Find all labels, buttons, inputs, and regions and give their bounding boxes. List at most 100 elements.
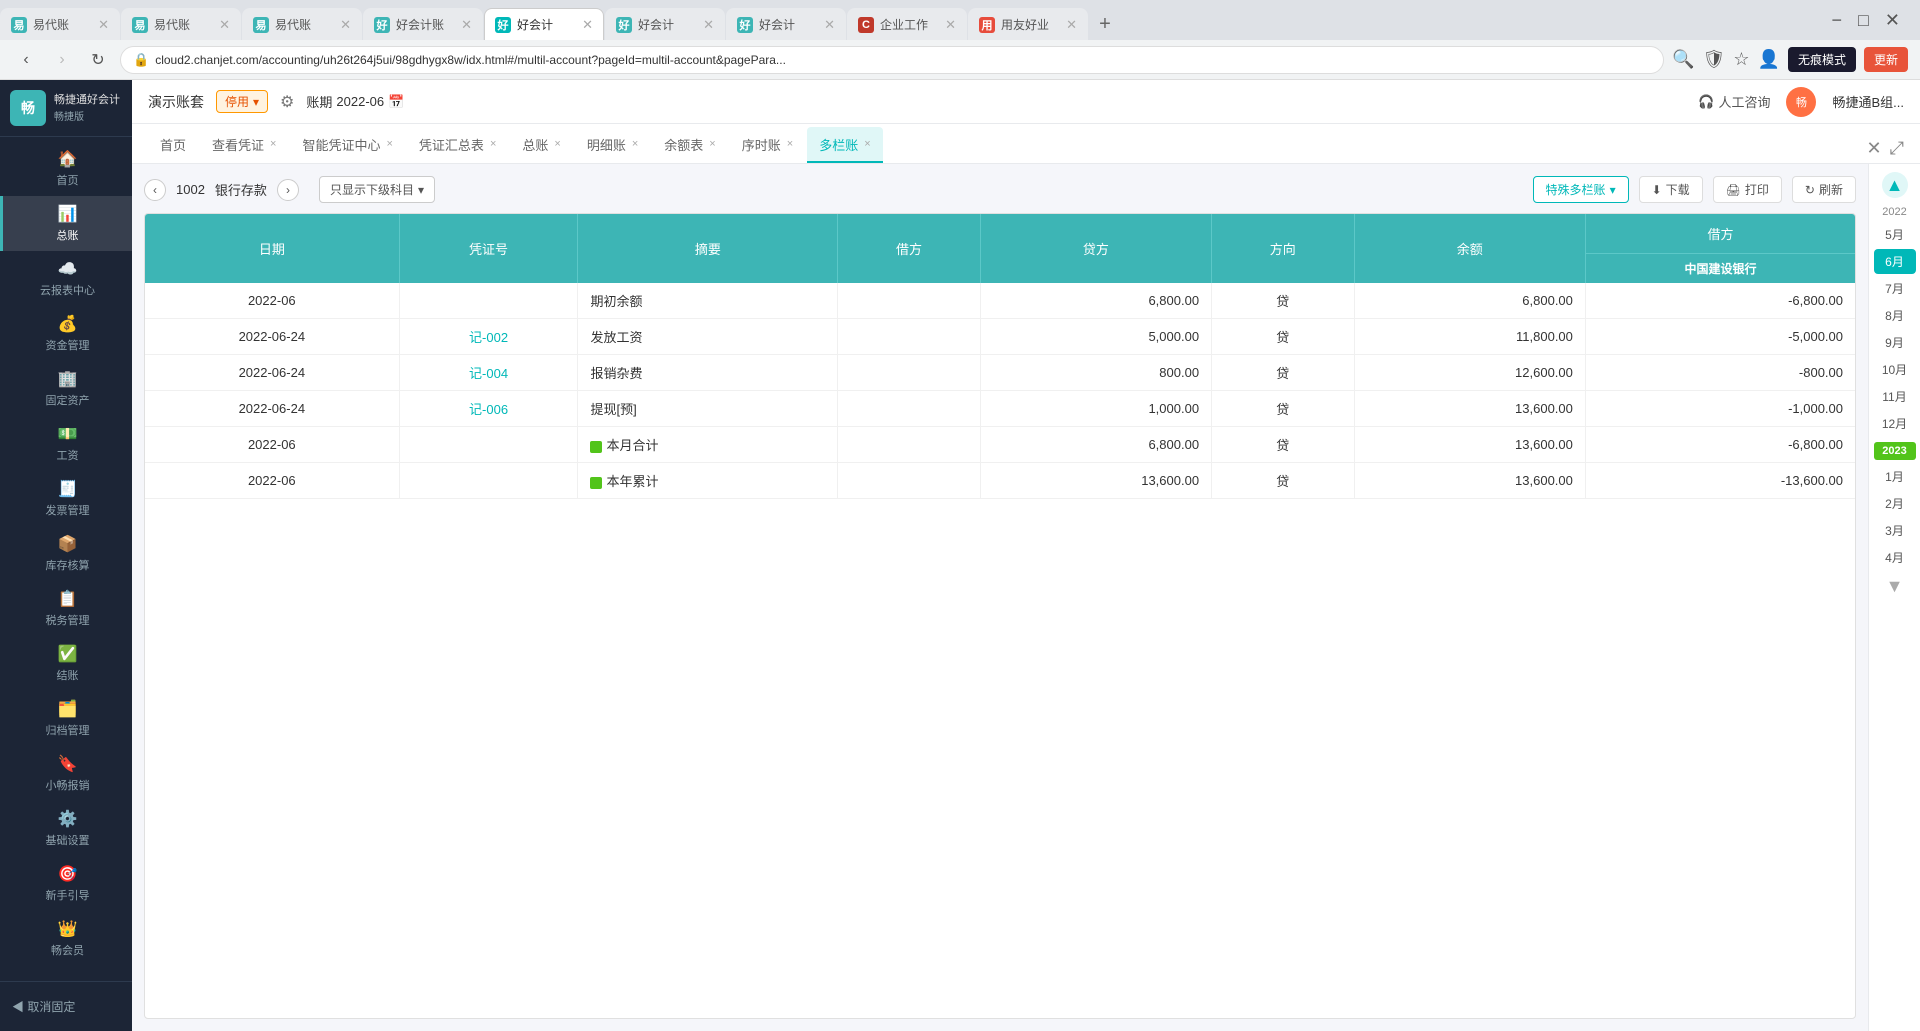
nav-tab[interactable]: 凭证汇总表× (407, 127, 508, 163)
sidebar-menu-item[interactable]: 🎯新手引导 (0, 856, 132, 911)
maximize-icon[interactable]: □ (1858, 10, 1869, 31)
sidebar-menu-item[interactable]: 🏢固定资产 (0, 361, 132, 416)
settings-icon[interactable]: ⚙ (280, 92, 294, 112)
profile-icon[interactable]: 👤 (1758, 49, 1780, 70)
ledger-table-wrap: 日期 凭证号 摘要 借方 贷方 方向 余额 借方 中国建设银行 (144, 213, 1856, 1019)
reload-button[interactable]: ↻ (84, 46, 112, 74)
month-item[interactable]: 3月 (1874, 518, 1916, 543)
new-tab-button[interactable]: + (1089, 8, 1121, 40)
browser-tab[interactable]: 好好会计账✕ (363, 8, 483, 40)
table-cell: 2022-06-24 (145, 319, 399, 355)
unpin-button[interactable]: ◀ 取消固定 (0, 990, 132, 1023)
close-icon[interactable]: ✕ (1885, 10, 1900, 31)
search-icon[interactable]: 🔍 (1672, 49, 1694, 70)
sidebar-menu-item[interactable]: 💵工资 (0, 416, 132, 471)
account-code: 1002 (176, 182, 205, 197)
close-tab-icon[interactable]: ✕ (1867, 138, 1882, 159)
month-item[interactable]: 11月 (1874, 384, 1916, 409)
nav-tab[interactable]: 序时账× (730, 127, 805, 163)
filter-dropdown[interactable]: 只显示下级科目 ▾ (319, 176, 435, 203)
refresh-button[interactable]: ↻ 刷新 (1792, 176, 1856, 203)
month-item[interactable]: 7月 (1874, 276, 1916, 301)
dropdown-arrow-icon: ▾ (418, 183, 424, 197)
browser-tab[interactable]: 好好会计✕ (726, 8, 846, 40)
sidebar-menu-item[interactable]: ⚙️基础设置 (0, 801, 132, 856)
expand-tab-icon[interactable]: ⤢ (1890, 138, 1904, 159)
main-content: 演示账套 停用 ▾ ⚙ 账期 2022-06 📅 🎧 人工咨询 畅 畅捷通B组.… (132, 80, 1920, 1031)
nav-tab[interactable]: 明细账× (575, 127, 650, 163)
col-credit: 贷方 (980, 214, 1211, 283)
browser-tab[interactable]: 易易代账✕ (242, 8, 362, 40)
account-nav-next[interactable]: › (277, 179, 299, 201)
shield-icon[interactable]: 🛡 (1703, 49, 1726, 70)
nav-tab[interactable]: 首页 (148, 127, 198, 163)
table-cell[interactable]: 记-004 (399, 355, 578, 391)
account-status-tag[interactable]: 停用 ▾ (216, 90, 268, 113)
month-item[interactable]: 12月 (1874, 411, 1916, 436)
table-cell[interactable]: 记-006 (399, 391, 578, 427)
sidebar-menu-item[interactable]: ✅结账 (0, 636, 132, 691)
month-item[interactable]: 5月 (1874, 222, 1916, 247)
table-cell: 报销杂费 (578, 355, 838, 391)
browser-tab[interactable]: 好好会计✕ (605, 8, 725, 40)
star-icon[interactable]: ☆ (1733, 49, 1749, 70)
table-cell: 2022-06 (145, 427, 399, 463)
browser-tab[interactable]: 易易代账✕ (121, 8, 241, 40)
table-cell: 13,600.00 (1354, 391, 1585, 427)
ledger-table: 日期 凭证号 摘要 借方 贷方 方向 余额 借方 中国建设银行 (145, 214, 1855, 499)
table-cell: 贷 (1212, 355, 1354, 391)
table-cell (399, 427, 578, 463)
nav-tab[interactable]: 智能凭证中心× (290, 127, 404, 163)
nav-tab[interactable]: 查看凭证× (200, 127, 288, 163)
sidebar-menu-item[interactable]: 🧾发票管理 (0, 471, 132, 526)
multi-column-button[interactable]: 特殊多栏账 ▾ (1533, 176, 1629, 203)
month-item[interactable]: 8月 (1874, 303, 1916, 328)
month-item[interactable]: 2月 (1874, 491, 1916, 516)
table-row: 2022-06-24记-006提现[预]1,000.00贷13,600.00-1… (145, 391, 1855, 427)
nav-tab[interactable]: 余额表× (652, 127, 727, 163)
nav-tab[interactable]: 多栏账× (807, 127, 882, 163)
consult-button[interactable]: 🎧 人工咨询 (1698, 92, 1770, 111)
sidebar-menu-item[interactable]: 📋税务管理 (0, 581, 132, 636)
ledger-main: ‹ 1002 银行存款 › 只显示下级科目 ▾ 特殊多栏账 ▾ ⬇ (132, 164, 1868, 1031)
sidebar-menu-item[interactable]: 📊总账 (0, 196, 132, 251)
forward-button[interactable]: › (48, 46, 76, 74)
no-trace-button[interactable]: 无痕模式 (1788, 47, 1856, 72)
update-button[interactable]: 更新 (1864, 47, 1908, 72)
account-nav-prev[interactable]: ‹ (144, 179, 166, 201)
month-item[interactable]: 10月 (1874, 357, 1916, 382)
month-item[interactable]: 9月 (1874, 330, 1916, 355)
download-button[interactable]: ⬇ 下载 (1639, 176, 1703, 203)
browser-tab[interactable]: 用用友好业✕ (968, 8, 1088, 40)
print-button[interactable]: 🖨 打印 (1713, 176, 1782, 203)
calendar-icon[interactable]: 📅 (388, 94, 404, 110)
sidebar-menu-item[interactable]: 🔖小畅报销 (0, 746, 132, 801)
month-item[interactable]: 1月 (1874, 464, 1916, 489)
sidebar-menu-item[interactable]: ☁️云报表中心 (0, 251, 132, 306)
url-input[interactable]: 🔒 cloud2.chanjet.com/accounting/uh26t264… (120, 46, 1664, 74)
table-cell[interactable]: 记-002 (399, 319, 578, 355)
right-panel: ▲ 20225月6月7月8月9月10月11月12月20231月2月3月4月▼ (1868, 164, 1920, 1031)
table-cell (838, 463, 980, 499)
minimize-icon[interactable]: − (1832, 10, 1843, 31)
scroll-down-arrow[interactable]: ▼ (1886, 576, 1904, 597)
nav-tab[interactable]: 总账× (510, 127, 572, 163)
sidebar-menu-item[interactable]: 🗂️归档管理 (0, 691, 132, 746)
month-item[interactable]: 6月 (1874, 249, 1916, 274)
browser-tab[interactable]: 易易代账✕ (0, 8, 120, 40)
table-cell: 贷 (1212, 463, 1354, 499)
back-button[interactable]: ‹ (12, 46, 40, 74)
sidebar-menu-item[interactable]: 👑畅会员 (0, 911, 132, 966)
table-cell: -6,800.00 (1585, 283, 1855, 319)
sidebar-menu-item[interactable]: 📦库存核算 (0, 526, 132, 581)
sidebar-menu-item[interactable]: 🏠首页 (0, 141, 132, 196)
table-cell: -6,800.00 (1585, 427, 1855, 463)
month-item[interactable]: 4月 (1874, 545, 1916, 570)
table-cell: 贷 (1212, 391, 1354, 427)
browser-tab[interactable]: 好好会计✕ (484, 8, 604, 40)
scroll-up-arrow[interactable]: ▲ (1882, 172, 1908, 198)
sidebar-menu-item[interactable]: 💰资金管理 (0, 306, 132, 361)
browser-tab[interactable]: C企业工作✕ (847, 8, 967, 40)
table-cell (838, 391, 980, 427)
user-avatar[interactable]: 畅 (1786, 87, 1816, 117)
